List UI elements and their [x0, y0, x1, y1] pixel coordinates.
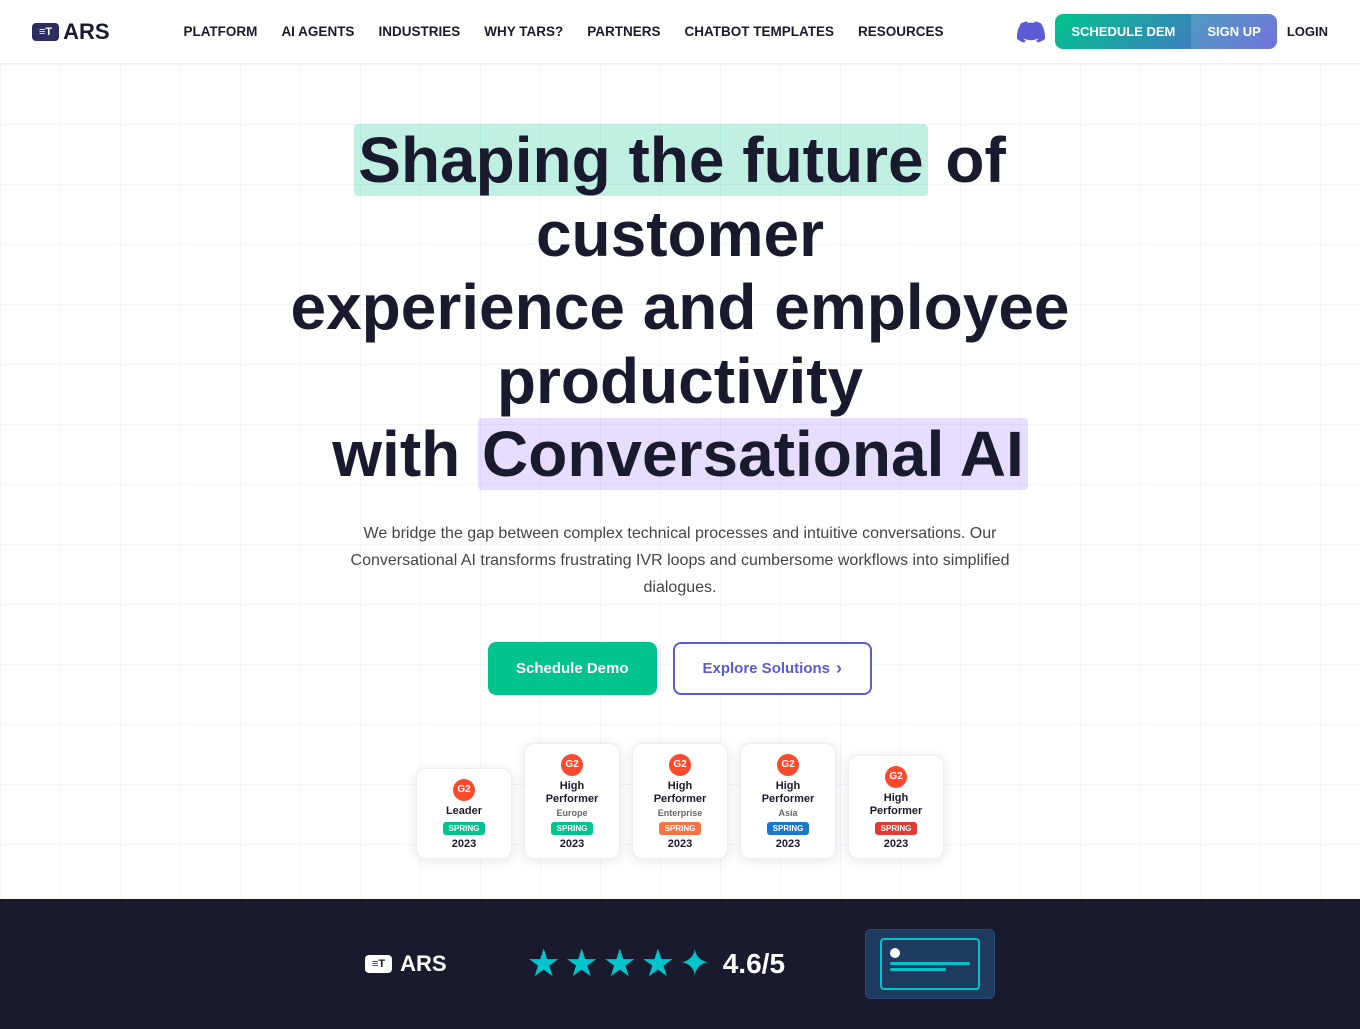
nav-industries[interactable]: INDUSTRIES	[378, 24, 460, 39]
logo-icon: ≡T	[32, 23, 59, 41]
badge-hp-spring-title: High Performer	[870, 792, 923, 818]
nav-partners[interactable]: PARTNERS	[587, 24, 660, 39]
g2-logo-1: G2	[453, 779, 475, 801]
badge-leader: G2 Leader SPRING 2023	[416, 768, 512, 859]
badge-hp-enterprise-subtitle: Enterprise	[658, 808, 703, 818]
badge-hp-asia-subtitle: Asia	[778, 808, 797, 818]
logo-text: ARS	[63, 19, 109, 45]
discord-icon[interactable]	[1017, 18, 1045, 46]
g2-logo-2: G2	[561, 754, 583, 776]
g2-logo-5: G2	[885, 766, 907, 788]
explore-solutions-label: Explore Solutions	[703, 660, 831, 677]
nav-why-tars[interactable]: WHY TARS?	[484, 24, 563, 39]
logo[interactable]: ≡T ARS	[32, 19, 110, 45]
badge-hp-enterprise-tag: SPRING	[659, 822, 702, 835]
star-1-icon: ★	[527, 941, 561, 986]
cta-buttons: SCHEDULE DEM SIGN UP	[1055, 14, 1276, 49]
badge-high-performer-europe: G2 High Performer Europe SPRING 2023	[524, 743, 620, 859]
hero-subtitle: We bridge the gap between complex techni…	[340, 520, 1020, 602]
rating-value: 4.6/5	[723, 948, 785, 980]
hero-title: Shaping the future of customer experienc…	[230, 124, 1130, 492]
badge-hp-europe-year: 2023	[560, 838, 584, 850]
badge-leader-year: 2023	[452, 838, 476, 850]
badge-hp-asia-year: 2023	[776, 838, 800, 850]
nav-chatbot-templates[interactable]: CHATBOT TEMPLATES	[684, 24, 834, 39]
star-5-icon: ✦	[679, 941, 711, 986]
footer-visual-line-2	[890, 968, 946, 971]
badge-hp-enterprise-year: 2023	[668, 838, 692, 850]
nav-ai-agents[interactable]: AI AGENTS	[281, 24, 354, 39]
navbar: ≡T ARS PLATFORM AI AGENTS INDUSTRIES WHY…	[0, 0, 1360, 64]
schedule-demo-button[interactable]: SCHEDULE DEM	[1055, 14, 1191, 49]
badge-leader-title: Leader	[446, 805, 482, 818]
g2-logo-4: G2	[777, 754, 799, 776]
footer-logo: ≡T ARS	[365, 951, 447, 977]
g2-logo-3: G2	[669, 754, 691, 776]
badge-hp-europe-tag: SPRING	[551, 822, 594, 835]
signup-button[interactable]: SIGN UP	[1191, 14, 1276, 49]
badge-hp-europe-subtitle: Europe	[556, 808, 587, 818]
explore-solutions-button[interactable]: Explore Solutions ›	[673, 642, 873, 695]
footer-logo-text: ARS	[400, 951, 446, 977]
nav-links: PLATFORM AI AGENTS INDUSTRIES WHY TARS? …	[183, 24, 943, 39]
rating-stars: ★ ★ ★ ★ ✦ 4.6/5	[527, 941, 785, 986]
badge-hp-asia-title: High Performer	[762, 780, 815, 806]
footer-visual-avatar	[890, 948, 900, 958]
badge-hp-spring-tag: SPRING	[875, 822, 918, 835]
star-2-icon: ★	[565, 941, 599, 986]
badge-high-performer-enterprise: G2 High Performer Enterprise SPRING 2023	[632, 743, 728, 859]
badge-hp-enterprise-title: High Performer	[654, 780, 707, 806]
login-button[interactable]: LOGIN	[1287, 24, 1328, 39]
nav-right-actions: SCHEDULE DEM SIGN UP LOGIN	[1017, 14, 1328, 49]
badge-high-performer-asia: G2 High Performer Asia SPRING 2023	[740, 743, 836, 859]
nav-resources[interactable]: RESOURCES	[858, 24, 944, 39]
footer-visual	[865, 929, 995, 999]
nav-platform[interactable]: PLATFORM	[183, 24, 257, 39]
footer-section: ≡T ARS ★ ★ ★ ★ ✦ 4.6/5	[0, 899, 1360, 1029]
footer-visual-line-1	[890, 962, 970, 965]
star-4-icon: ★	[641, 941, 675, 986]
hero-cta-buttons: Schedule Demo Explore Solutions ›	[488, 642, 872, 695]
footer-visual-lines	[890, 962, 970, 971]
badge-hp-europe-title: High Performer	[546, 780, 599, 806]
footer-visual-frame	[880, 938, 980, 990]
badge-hp-asia-tag: SPRING	[767, 822, 810, 835]
star-3-icon: ★	[603, 941, 637, 986]
footer-logo-icon: ≡T	[365, 955, 392, 973]
badge-high-performer-spring: G2 High Performer SPRING 2023	[848, 755, 944, 859]
hero-section: Shaping the future of customer experienc…	[0, 64, 1360, 899]
hero-title-highlight: Shaping the future	[354, 124, 927, 196]
badge-hp-spring-year: 2023	[884, 838, 908, 850]
schedule-demo-hero-button[interactable]: Schedule Demo	[488, 642, 657, 695]
badge-leader-tag: SPRING	[443, 822, 486, 835]
hero-title-ai: Conversational AI	[478, 418, 1028, 490]
badges-row: G2 Leader SPRING 2023 G2 High Performer …	[416, 743, 944, 859]
chevron-right-icon: ›	[836, 658, 842, 679]
